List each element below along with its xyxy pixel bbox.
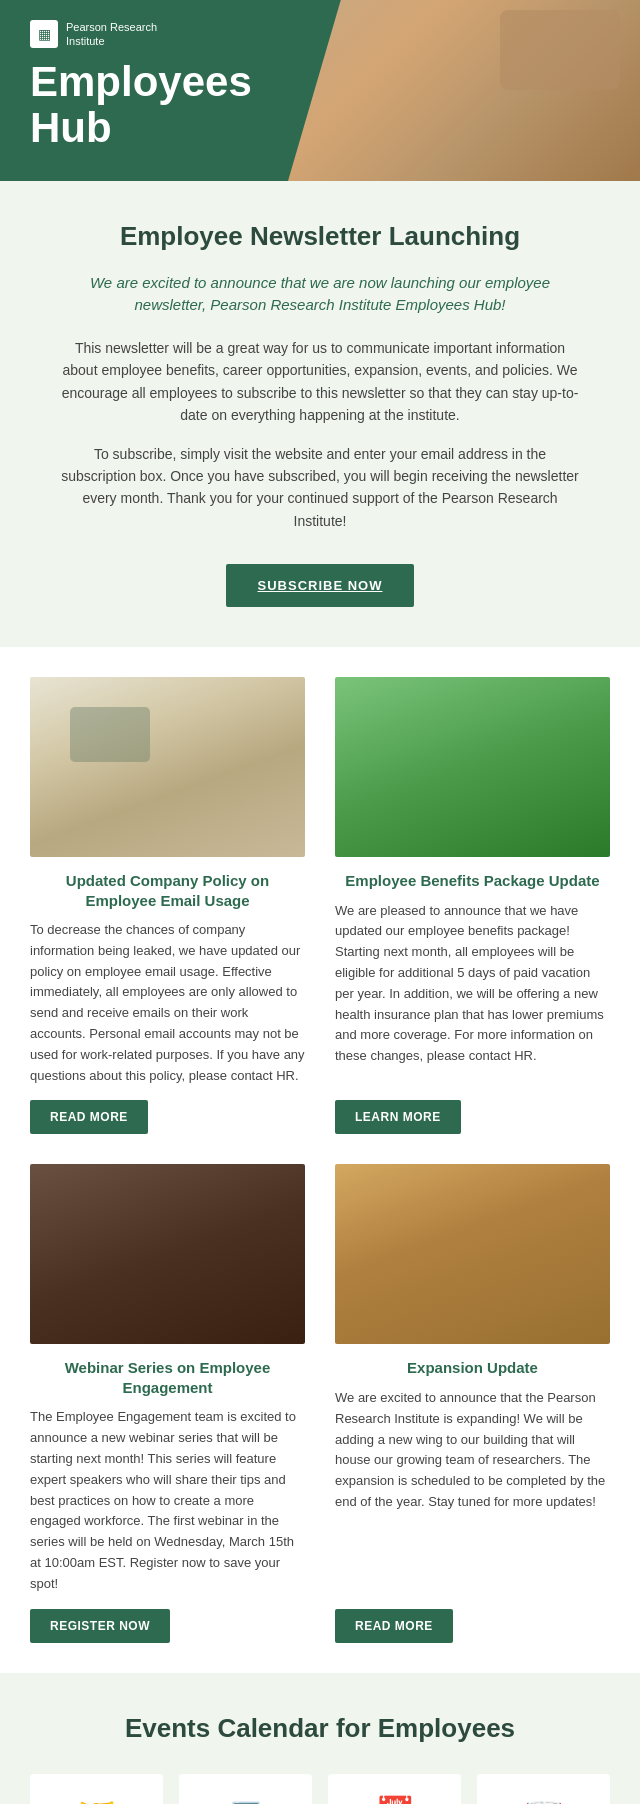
logo-text: Pearson Research Institute bbox=[66, 20, 157, 49]
newsletter-section: Employee Newsletter Launching We are exc… bbox=[0, 181, 640, 647]
article-body: To decrease the chances of company infor… bbox=[30, 920, 305, 1086]
articles-grid: Updated Company Policy on Employee Email… bbox=[30, 677, 610, 1643]
article-title: Updated Company Policy on Employee Email… bbox=[30, 871, 305, 910]
event-icon-3: 📖 bbox=[524, 1794, 564, 1804]
article-card: Webinar Series on Employee Engagement Th… bbox=[30, 1164, 305, 1642]
article-card: Employee Benefits Package Update We are … bbox=[335, 677, 610, 1134]
event-card-0: 🤝 March 3 Employee Appreciation Day bbox=[30, 1774, 163, 1804]
article-image-office bbox=[30, 677, 305, 857]
header-background-image bbox=[288, 0, 640, 181]
article-title: Expansion Update bbox=[335, 1358, 610, 1378]
read-more-button-4[interactable]: READ MORE bbox=[335, 1609, 453, 1643]
article-image-construction bbox=[335, 1164, 610, 1344]
logo-area: ▦ Pearson Research Institute bbox=[30, 20, 252, 49]
events-heading: Events Calendar for Employees bbox=[30, 1713, 610, 1744]
articles-section: Updated Company Policy on Employee Email… bbox=[0, 647, 640, 1673]
header: ▦ Pearson Research Institute Employees H… bbox=[0, 0, 640, 181]
page-title: Employees Hub bbox=[30, 59, 252, 151]
event-card-2: 📅 March 27 Quarterly All-Staff Meeting bbox=[328, 1774, 461, 1804]
newsletter-body2: To subscribe, simply visit the website a… bbox=[60, 443, 580, 533]
article-title: Employee Benefits Package Update bbox=[335, 871, 610, 891]
article-card: Updated Company Policy on Employee Email… bbox=[30, 677, 305, 1134]
subscribe-button[interactable]: SUBSCRIBE NOW bbox=[226, 564, 415, 607]
events-grid: 🤝 March 3 Employee Appreciation Day 💻 Ma… bbox=[30, 1774, 610, 1804]
read-more-button-3[interactable]: REGISTER NOW bbox=[30, 1609, 170, 1643]
article-title: Webinar Series on Employee Engagement bbox=[30, 1358, 305, 1397]
article-image-bikes bbox=[335, 677, 610, 857]
events-section: Events Calendar for Employees 🤝 March 3 … bbox=[0, 1673, 640, 1804]
article-body: We are excited to announce that the Pear… bbox=[335, 1388, 610, 1595]
article-image-laptop bbox=[30, 1164, 305, 1344]
read-more-button-2[interactable]: LEARN MORE bbox=[335, 1100, 461, 1134]
read-more-button-1[interactable]: READ MORE bbox=[30, 1100, 148, 1134]
logo-icon: ▦ bbox=[30, 20, 58, 48]
newsletter-body1: This newsletter will be a great way for … bbox=[60, 337, 580, 427]
event-icon-2: 📅 bbox=[375, 1794, 415, 1804]
event-card-1: 💻 March 15 Webinar Series on Employee En… bbox=[179, 1774, 312, 1804]
event-card-3: 📖 April 10 Research Symposium bbox=[477, 1774, 610, 1804]
header-content: ▦ Pearson Research Institute Employees H… bbox=[30, 20, 252, 151]
event-icon-1: 💻 bbox=[226, 1794, 266, 1804]
article-body: The Employee Engagement team is excited … bbox=[30, 1407, 305, 1594]
article-card: Expansion Update We are excited to annou… bbox=[335, 1164, 610, 1642]
article-body: We are pleased to announce that we have … bbox=[335, 901, 610, 1087]
event-icon-0: 🤝 bbox=[77, 1794, 117, 1804]
newsletter-heading: Employee Newsletter Launching bbox=[60, 221, 580, 252]
newsletter-intro: We are excited to announce that we are n… bbox=[60, 272, 580, 317]
